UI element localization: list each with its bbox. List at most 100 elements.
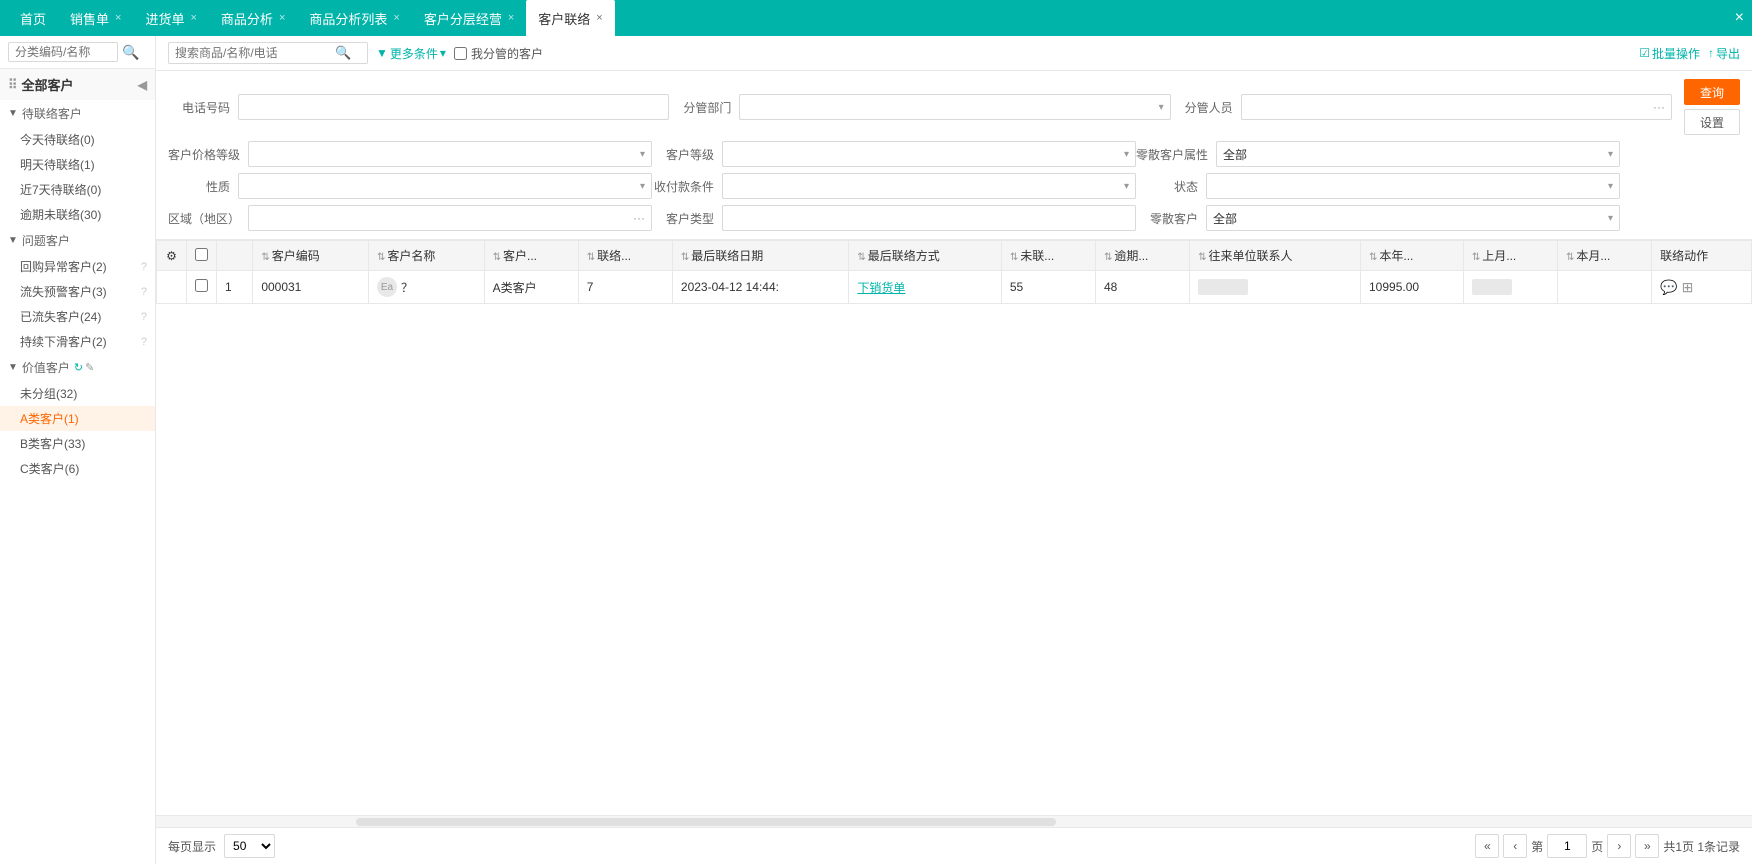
- col-no-contact[interactable]: ⇅未联...: [1001, 241, 1095, 271]
- sort-no-contact-icon: ⇅: [1010, 252, 1018, 263]
- tab-customer-mgmt[interactable]: 客户分层经营 ×: [412, 0, 526, 36]
- help-icon-2[interactable]: ?: [141, 311, 147, 323]
- export-btn[interactable]: ↑ 导出: [1708, 45, 1740, 62]
- close-tab-contact[interactable]: ×: [596, 12, 602, 24]
- level-select[interactable]: ▾: [722, 141, 1136, 167]
- help-icon-3[interactable]: ?: [141, 336, 147, 348]
- person-select[interactable]: ···: [1241, 94, 1672, 120]
- row-checkbox-cell[interactable]: [187, 271, 217, 304]
- col-this-year[interactable]: ⇅本年...: [1361, 241, 1464, 271]
- last-page-btn[interactable]: »: [1635, 834, 1659, 858]
- customer-type-select[interactable]: [722, 205, 1136, 231]
- qr-icon[interactable]: ⊞: [1682, 279, 1694, 296]
- sidebar-declining[interactable]: 持续下滑客户(2) ?: [0, 329, 155, 354]
- content-area: 🔍 ▼ 更多条件 ▾ 我分管的客户 ☑ 批量操作 ↑ 导出: [156, 36, 1752, 864]
- main-layout: 🔍 ⠿ 全部客户 ◀ ▼ 待联络客户 今天待联络(0) 明天待联络(1) 近7天…: [0, 36, 1752, 864]
- sidebar-all-customers[interactable]: ⠿ 全部客户 ◀: [0, 69, 155, 100]
- problem-customers-section[interactable]: ▼ 问题客户: [0, 227, 155, 254]
- filter-search-icon[interactable]: 🔍: [335, 45, 351, 61]
- filter-search-input[interactable]: [175, 46, 335, 60]
- close-tab-mgmt[interactable]: ×: [508, 12, 514, 24]
- col-last-method[interactable]: ⇅最后联络方式: [849, 241, 1001, 271]
- horizontal-scrollbar[interactable]: [156, 815, 1752, 827]
- close-tab-analysis[interactable]: ×: [279, 12, 285, 24]
- row-this-year: 10995.00: [1361, 271, 1464, 304]
- scrollbar-thumb[interactable]: [356, 818, 1056, 826]
- price-level-select[interactable]: ▾: [248, 141, 652, 167]
- my-customers-checkbox[interactable]: 我分管的客户: [454, 45, 543, 62]
- pagination: « ‹ 第 页 › » 共1页 1条记录: [1475, 834, 1740, 858]
- close-all-tabs[interactable]: ×: [1735, 9, 1744, 27]
- tab-product-analysis[interactable]: 商品分析 ×: [209, 0, 297, 36]
- last-method-link[interactable]: 下销货单: [857, 281, 905, 295]
- row-settings: [157, 271, 187, 304]
- col-contact[interactable]: ⇅联络...: [578, 241, 672, 271]
- settings-button[interactable]: 设置: [1684, 109, 1740, 135]
- sidebar-c-class[interactable]: C类客户(6): [0, 456, 155, 481]
- sidebar-search-icon[interactable]: 🔍: [122, 44, 139, 61]
- batch-op-icon: ☑: [1639, 46, 1650, 60]
- col-name[interactable]: ⇅客户名称: [368, 241, 484, 271]
- row-checkbox[interactable]: [195, 279, 208, 292]
- more-conditions-btn[interactable]: ▼ 更多条件 ▾: [376, 45, 446, 62]
- col-checkbox[interactable]: [187, 241, 217, 271]
- prev-page-btn[interactable]: ‹: [1503, 834, 1527, 858]
- tab-purchase[interactable]: 进货单 ×: [133, 0, 208, 36]
- close-tab-list[interactable]: ×: [393, 12, 399, 24]
- sort-contact-icon: ⇅: [587, 252, 595, 263]
- sidebar-search-input[interactable]: [8, 42, 118, 62]
- page-number-input[interactable]: [1547, 834, 1587, 858]
- sidebar-7days-contact[interactable]: 近7天待联络(0): [0, 177, 155, 202]
- sidebar-tomorrow-contact[interactable]: 明天待联络(1): [0, 152, 155, 177]
- refresh-icon[interactable]: ↻: [74, 361, 83, 374]
- edit-icon[interactable]: ✎: [85, 361, 94, 374]
- sidebar-ungrouped[interactable]: 未分组(32): [0, 381, 155, 406]
- sidebar-churn-warning[interactable]: 流失预警客户(3) ?: [0, 279, 155, 304]
- next-page-btn[interactable]: ›: [1607, 834, 1631, 858]
- col-type[interactable]: ⇅客户...: [484, 241, 578, 271]
- query-button[interactable]: 查询: [1684, 79, 1740, 105]
- sidebar-b-class[interactable]: B类客户(33): [0, 431, 155, 456]
- message-icon[interactable]: 💬: [1660, 279, 1677, 296]
- value-customers-section[interactable]: ▼ 价值客户 ↻ ✎: [0, 354, 155, 381]
- tab-sales[interactable]: 销售单 ×: [58, 0, 133, 36]
- retail-customer-select[interactable]: 全部 ▾: [1206, 205, 1620, 231]
- col-this-month[interactable]: ⇅本月...: [1558, 241, 1652, 271]
- region-select[interactable]: ···: [248, 205, 652, 231]
- sidebar-a-class[interactable]: A类客户(1): [0, 406, 155, 431]
- col-overdue[interactable]: ⇅逾期...: [1096, 241, 1190, 271]
- col-unit-contact[interactable]: ⇅往来单位联系人: [1190, 241, 1361, 271]
- col-last-date[interactable]: ⇅最后联络日期: [672, 241, 849, 271]
- nature-select[interactable]: ▾: [238, 173, 652, 199]
- batch-op-btn[interactable]: ☑ 批量操作: [1639, 45, 1700, 62]
- select-all-checkbox[interactable]: [195, 248, 208, 261]
- level-label: 客户等级: [652, 146, 722, 163]
- dept-select[interactable]: ▾: [739, 94, 1170, 120]
- first-page-btn[interactable]: «: [1475, 834, 1499, 858]
- col-settings[interactable]: ⚙: [157, 241, 187, 271]
- sidebar-overdue-contact[interactable]: 逾期未联络(30): [0, 202, 155, 227]
- status-select[interactable]: ▾: [1206, 173, 1620, 199]
- retail-attr-select[interactable]: 全部 ▾: [1216, 141, 1620, 167]
- sidebar-repurchase-abnormal[interactable]: 回购异常客户(2) ?: [0, 254, 155, 279]
- my-customers-check[interactable]: [454, 47, 467, 60]
- nav-home[interactable]: 首页: [8, 0, 58, 36]
- pending-contact-section[interactable]: ▼ 待联络客户: [0, 100, 155, 127]
- sidebar-churned[interactable]: 已流失客户(24) ?: [0, 304, 155, 329]
- close-tab-sales[interactable]: ×: [115, 12, 121, 24]
- row-last-method[interactable]: 下销货单: [849, 271, 1001, 304]
- col-last-month[interactable]: ⇅上月...: [1463, 241, 1557, 271]
- sort-type-icon: ⇅: [493, 252, 501, 263]
- sidebar-collapse-icon[interactable]: ◀: [138, 78, 147, 92]
- phone-input[interactable]: [238, 94, 669, 120]
- page-size-select[interactable]: 50 100 200: [224, 834, 275, 858]
- sidebar-search-area: 🔍: [0, 36, 155, 69]
- sidebar-today-contact[interactable]: 今天待联络(0): [0, 127, 155, 152]
- tab-customer-contact[interactable]: 客户联络 ×: [526, 0, 614, 36]
- help-icon-0[interactable]: ?: [141, 261, 147, 273]
- close-tab-purchase[interactable]: ×: [190, 12, 196, 24]
- tab-product-list[interactable]: 商品分析列表 ×: [297, 0, 411, 36]
- help-icon-1[interactable]: ?: [141, 286, 147, 298]
- col-code[interactable]: ⇅客户编码: [253, 241, 369, 271]
- pay-select[interactable]: ▾: [722, 173, 1136, 199]
